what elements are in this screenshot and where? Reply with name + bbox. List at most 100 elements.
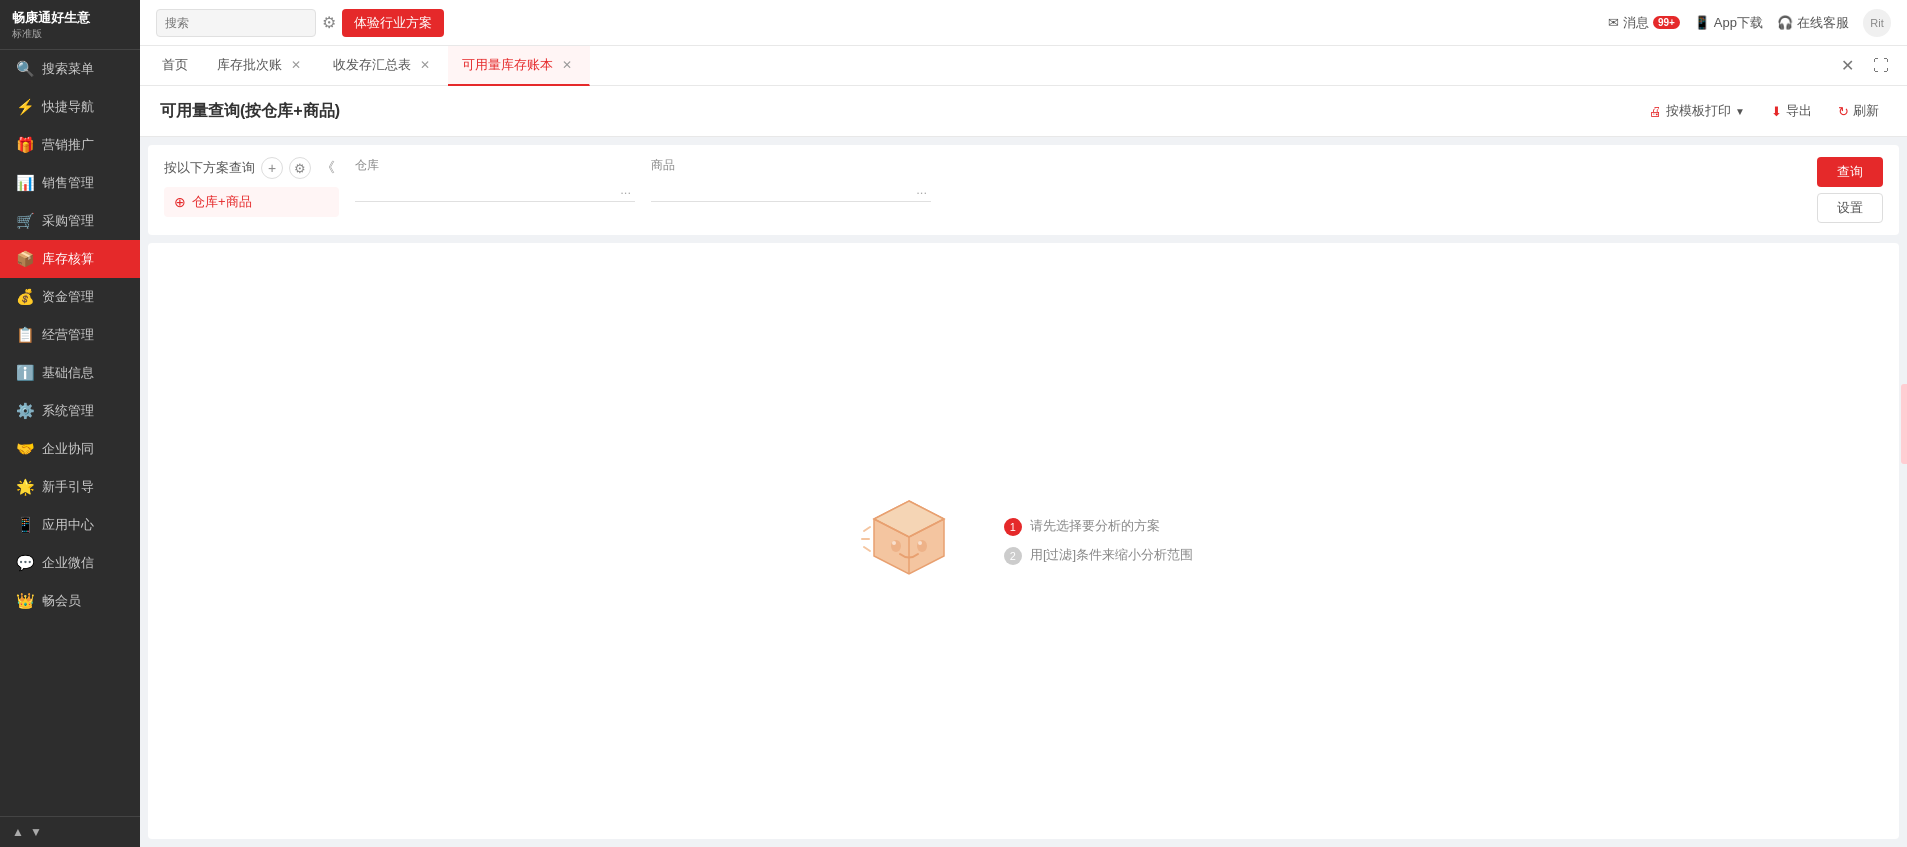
refresh-button[interactable]: ↻ 刷新 [1830, 98, 1887, 124]
headset-icon: 🎧 [1777, 15, 1793, 30]
page-title: 可用量查询(按仓库+商品) [160, 101, 340, 122]
vip-icon: 👑 [16, 592, 34, 610]
svg-point-8 [918, 541, 922, 545]
sidebar-item-operations[interactable]: 📋 经营管理 [0, 316, 140, 354]
warehouse-field: 仓库 ... [355, 157, 635, 202]
main-area: ⚙ 体验行业方案 ✉ 消息 99+ 📱 App下载 🎧 在线客服 Rit [140, 0, 1907, 847]
sidebar-item-label-inventory: 库存核算 [42, 250, 94, 268]
message-icon: ✉ [1608, 15, 1619, 30]
sidebar-item-label-marketing: 营销推广 [42, 136, 94, 154]
sidebar-menu: 🔍 搜索菜单 ⚡ 快捷导航 🎁 营销推广 📊 销售管理 🛒 采购管理 📦 库存核… [0, 50, 140, 816]
tab-receipt-summary[interactable]: 收发存汇总表 ✕ [319, 46, 448, 86]
sidebar-item-basic-info[interactable]: ℹ️ 基础信息 [0, 354, 140, 392]
sidebar-item-inventory[interactable]: 📦 库存核算 [0, 240, 140, 278]
export-button[interactable]: ⬇ 导出 [1763, 98, 1820, 124]
scheme-warehouse-goods[interactable]: ⊕ 仓库+商品 [164, 187, 339, 217]
guide-icon: 🌟 [16, 478, 34, 496]
page-header-actions: 🖨 按模板打印 ▼ ⬇ 导出 ↻ 刷新 [1641, 98, 1887, 124]
user-profile[interactable]: Rit [1863, 9, 1891, 37]
query-panel-left: 按以下方案查询 + ⚙ 《 ⊕ 仓库+商品 [164, 157, 339, 217]
sidebar-item-label-quick-nav: 快捷导航 [42, 98, 94, 116]
sidebar-footer: ▲ ▼ [0, 816, 140, 847]
settings-scheme-button[interactable]: ⚙ [289, 157, 311, 179]
message-badge: 99+ [1653, 16, 1680, 29]
sidebar-item-label-system: 系统管理 [42, 402, 94, 420]
tab-close-available-ledger[interactable]: ✕ [559, 57, 575, 73]
query-actions: 查询 设置 [1817, 157, 1883, 223]
close-tab-button[interactable]: ✕ [1833, 52, 1861, 80]
sales-icon: 📊 [16, 174, 34, 192]
sidebar-item-system[interactable]: ⚙️ 系统管理 [0, 392, 140, 430]
refresh-label: 刷新 [1853, 102, 1879, 120]
goods-field: 商品 ... [651, 157, 931, 202]
online-service-button[interactable]: 🎧 在线客服 [1777, 14, 1849, 32]
sidebar-scroll-down-icon[interactable]: ▼ [30, 825, 42, 839]
tabs-actions: ✕ ⛶ [1833, 52, 1899, 80]
tip-text-1: 请先选择要分析的方案 [1030, 517, 1160, 535]
sidebar-item-enterprise[interactable]: 🤝 企业协同 [0, 430, 140, 468]
sidebar-item-enterprise-wechat[interactable]: 💬 企业微信 [0, 544, 140, 582]
online-service-label: 在线客服 [1797, 14, 1849, 32]
sidebar-item-finance[interactable]: 💰 资金管理 [0, 278, 140, 316]
warehouse-more-button[interactable]: ... [616, 182, 635, 197]
goods-input[interactable] [651, 182, 912, 197]
settings-icon[interactable]: ⚙ [322, 13, 336, 32]
expand-tab-button[interactable]: ⛶ [1867, 52, 1895, 80]
message-label: 消息 [1623, 14, 1649, 32]
right-scrollbar[interactable] [1901, 384, 1907, 464]
app-edition: 标准版 [12, 27, 128, 41]
sidebar-item-label-finance: 资金管理 [42, 288, 94, 306]
tab-label-batch-ledger: 库存批次账 [217, 56, 282, 74]
app-center-icon: 📱 [16, 516, 34, 534]
collapse-panel-button[interactable]: 《 [317, 157, 339, 179]
sidebar-item-marketing[interactable]: 🎁 营销推广 [0, 126, 140, 164]
app-name: 畅康通好生意 [12, 10, 128, 27]
tab-close-receipt-summary[interactable]: ✕ [417, 57, 433, 73]
sidebar-item-purchase[interactable]: 🛒 采购管理 [0, 202, 140, 240]
message-button[interactable]: ✉ 消息 99+ [1608, 14, 1680, 32]
tab-batch-ledger[interactable]: 库存批次账 ✕ [203, 46, 319, 86]
dropdown-arrow-icon: ▼ [1735, 106, 1745, 117]
sidebar-item-app-center[interactable]: 📱 应用中心 [0, 506, 140, 544]
query-button[interactable]: 查询 [1817, 157, 1883, 187]
sidebar-item-guide[interactable]: 🌟 新手引导 [0, 468, 140, 506]
tip-item-2: 2 用[过滤]条件来缩小分析范围 [1004, 546, 1193, 565]
page-content: 可用量查询(按仓库+商品) 🖨 按模板打印 ▼ ⬇ 导出 ↻ 刷新 [140, 86, 1907, 847]
sidebar-item-label-operations: 经营管理 [42, 326, 94, 344]
print-template-button[interactable]: 🖨 按模板打印 ▼ [1641, 98, 1753, 124]
tab-home[interactable]: 首页 [148, 46, 203, 86]
header-search-input[interactable] [156, 9, 316, 37]
header-search-area: ⚙ 体验行业方案 [156, 9, 444, 37]
app-download-button[interactable]: 📱 App下载 [1694, 14, 1763, 32]
sidebar-item-label-enterprise: 企业协同 [42, 440, 94, 458]
empty-illustration [854, 481, 974, 601]
print-label: 按模板打印 [1666, 102, 1731, 120]
svg-point-7 [892, 541, 896, 545]
settings-button[interactable]: 设置 [1817, 193, 1883, 223]
enterprise-icon: 🤝 [16, 440, 34, 458]
tip-item-1: 1 请先选择要分析的方案 [1004, 517, 1193, 536]
sidebar-scroll-up-icon[interactable]: ▲ [12, 825, 24, 839]
empty-inner: 1 请先选择要分析的方案 2 用[过滤]条件来缩小分析范围 [854, 481, 1193, 601]
tip-num-1: 1 [1004, 518, 1022, 536]
tab-close-batch-ledger[interactable]: ✕ [288, 57, 304, 73]
enterprise-wechat-icon: 💬 [16, 554, 34, 572]
add-scheme-button[interactable]: + [261, 157, 283, 179]
sidebar-item-search[interactable]: 🔍 搜索菜单 [0, 50, 140, 88]
industry-solution-button[interactable]: 体验行业方案 [342, 9, 444, 37]
sidebar-item-quick-nav[interactable]: ⚡ 快捷导航 [0, 88, 140, 126]
system-icon: ⚙️ [16, 402, 34, 420]
goods-input-wrapper: ... [651, 178, 931, 202]
sidebar-item-vip[interactable]: 👑 畅会员 [0, 582, 140, 620]
sidebar-item-label-app-center: 应用中心 [42, 516, 94, 534]
print-icon: 🖨 [1649, 104, 1662, 119]
warehouse-input[interactable] [355, 182, 616, 197]
goods-more-button[interactable]: ... [912, 182, 931, 197]
tab-label-receipt-summary: 收发存汇总表 [333, 56, 411, 74]
sidebar-item-sales[interactable]: 📊 销售管理 [0, 164, 140, 202]
page-header: 可用量查询(按仓库+商品) 🖨 按模板打印 ▼ ⬇ 导出 ↻ 刷新 [140, 86, 1907, 137]
scheme-icon: ⊕ [174, 194, 186, 210]
tab-label-home: 首页 [162, 56, 188, 74]
empty-state: 1 请先选择要分析的方案 2 用[过滤]条件来缩小分析范围 [148, 243, 1899, 839]
tab-available-ledger[interactable]: 可用量库存账本✕ [448, 46, 590, 86]
